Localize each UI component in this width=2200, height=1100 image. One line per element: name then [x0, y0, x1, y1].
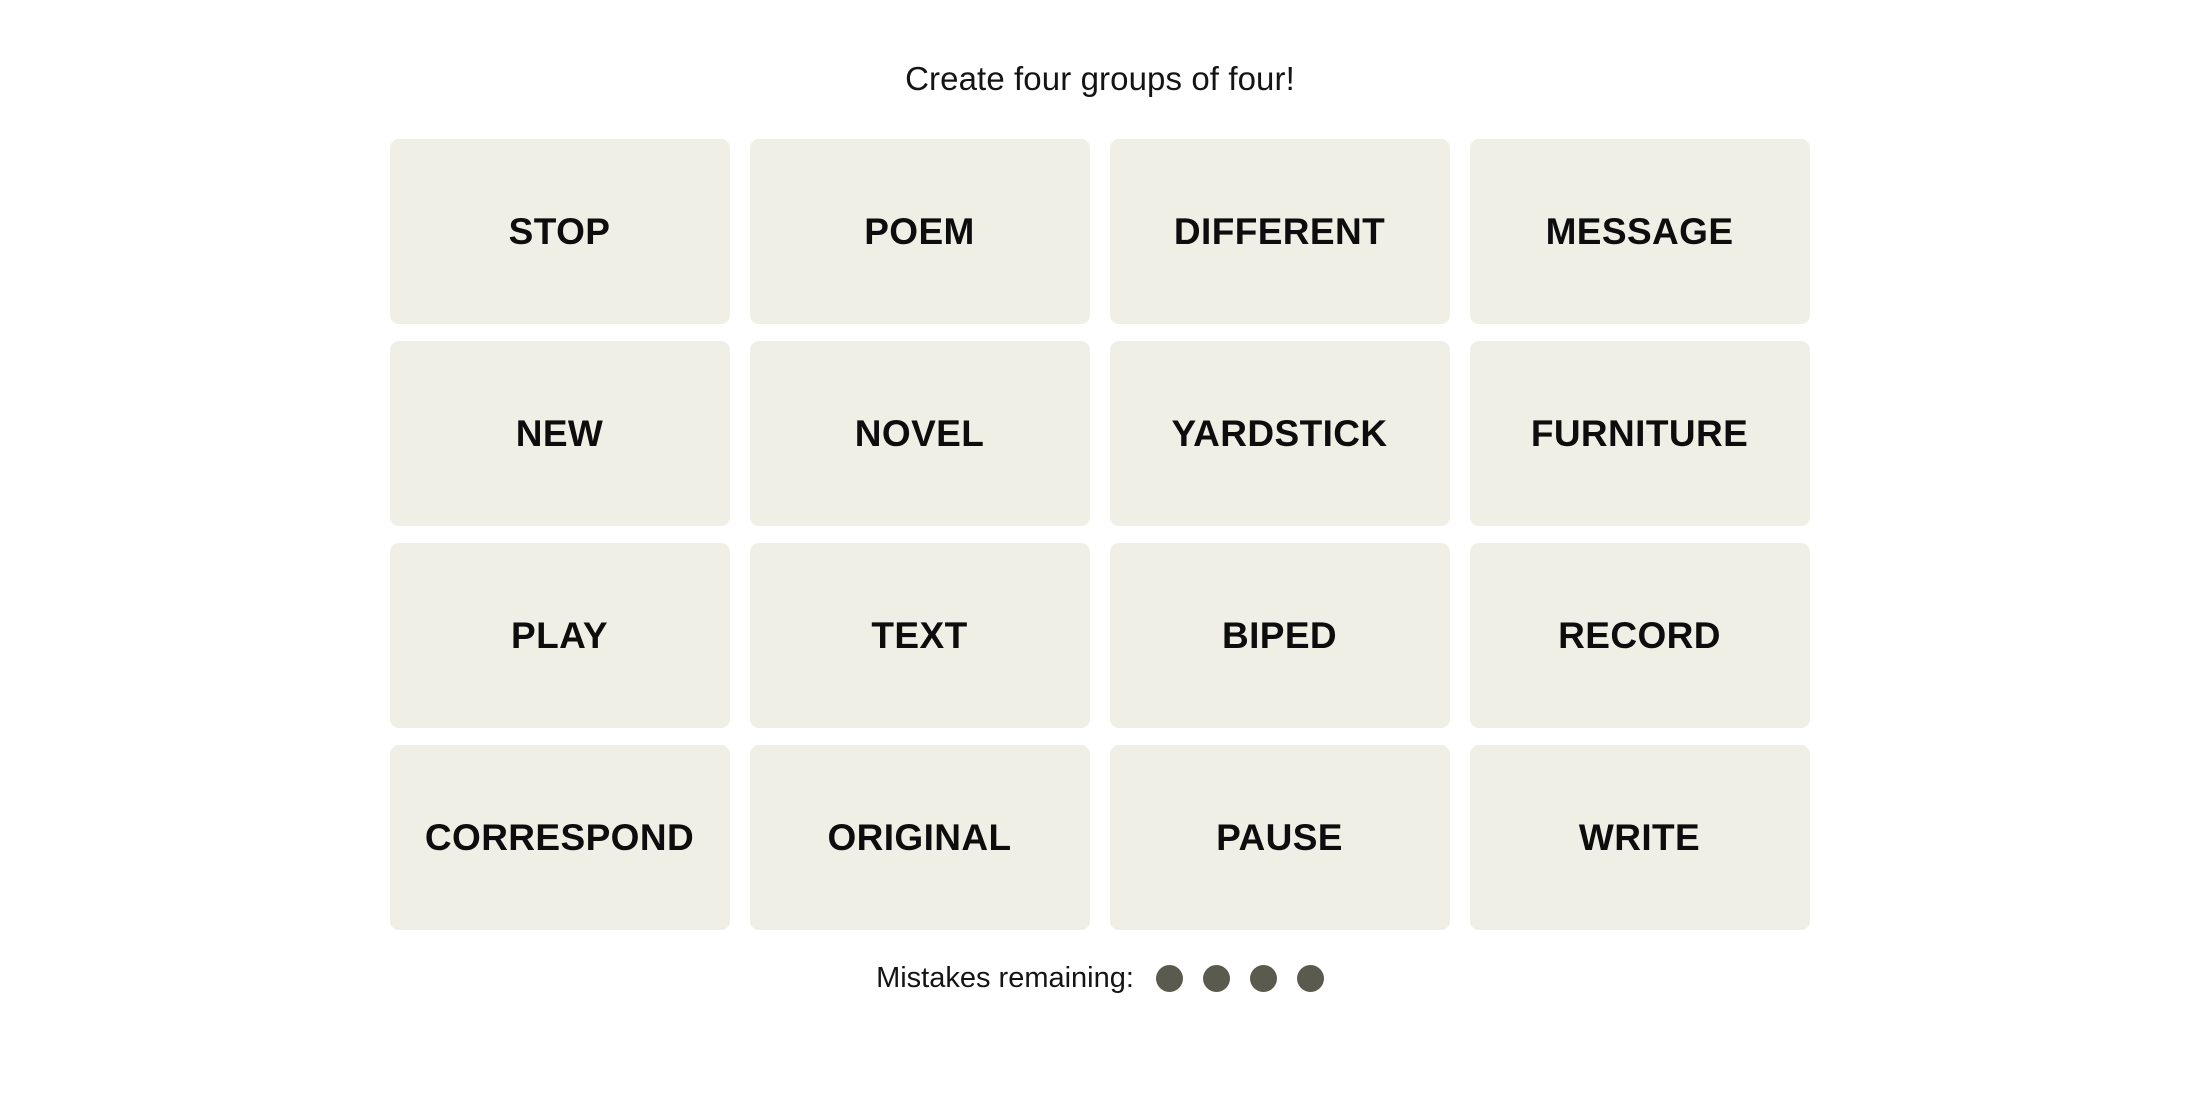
word-tile-label: POEM	[864, 211, 975, 252]
word-tile[interactable]: YARDSTICK	[1109, 341, 1450, 526]
word-tile[interactable]: PAUSE	[1109, 745, 1450, 930]
word-tile-label: NEW	[515, 413, 604, 454]
word-tile-label: DIFFERENT	[1173, 211, 1386, 252]
mistake-dot-icon	[1296, 965, 1324, 992]
word-tile[interactable]: MESSAGE	[1469, 139, 1810, 324]
word-tile[interactable]: NOVEL	[749, 341, 1090, 526]
word-tile[interactable]: PLAY	[389, 543, 730, 728]
word-tile-label: FURNITURE	[1530, 413, 1749, 454]
word-tile[interactable]: WRITE	[1469, 745, 1810, 930]
word-tile[interactable]: DIFFERENT	[1109, 139, 1450, 324]
word-tile-label: PAUSE	[1216, 817, 1343, 858]
page-title: Create four groups of four!	[905, 60, 1295, 97]
connections-game: Create four groups of four! STOP POEM DI…	[0, 0, 2200, 1100]
word-tile[interactable]: TEXT	[749, 543, 1090, 728]
mistakes-remaining-label: Mistakes remaining:	[876, 962, 1134, 994]
word-tile[interactable]: RECORD	[1469, 543, 1810, 728]
word-tile[interactable]: FURNITURE	[1469, 341, 1810, 526]
mistake-dot-icon	[1249, 965, 1277, 992]
word-tile-grid: STOP POEM DIFFERENT MESSAGE NEW NOVEL YA…	[389, 139, 1811, 930]
word-tile-label: STOP	[508, 211, 611, 252]
mistake-dot-icon	[1155, 965, 1183, 992]
word-tile-label: BIPED	[1221, 615, 1338, 656]
word-tile-label: CORRESPOND	[424, 817, 695, 858]
word-tile-label: WRITE	[1578, 817, 1701, 858]
word-tile-label: TEXT	[871, 615, 968, 656]
word-tile[interactable]: NEW	[389, 341, 730, 526]
word-tile[interactable]: POEM	[749, 139, 1090, 324]
word-tile[interactable]: ORIGINAL	[749, 745, 1090, 930]
word-tile[interactable]: BIPED	[1109, 543, 1450, 728]
word-tile[interactable]: STOP	[389, 139, 730, 324]
word-tile-label: YARDSTICK	[1171, 413, 1388, 454]
word-tile-label: PLAY	[511, 615, 608, 656]
word-tile-label: RECORD	[1558, 615, 1721, 656]
mistakes-remaining-bar: Mistakes remaining:	[876, 964, 1324, 993]
word-tile-label: MESSAGE	[1545, 211, 1734, 252]
word-tile[interactable]: CORRESPOND	[389, 745, 730, 930]
word-tile-label: NOVEL	[854, 413, 985, 454]
mistake-dot-group	[1155, 965, 1324, 992]
word-tile-label: ORIGINAL	[827, 817, 1012, 858]
mistake-dot-icon	[1202, 965, 1230, 992]
